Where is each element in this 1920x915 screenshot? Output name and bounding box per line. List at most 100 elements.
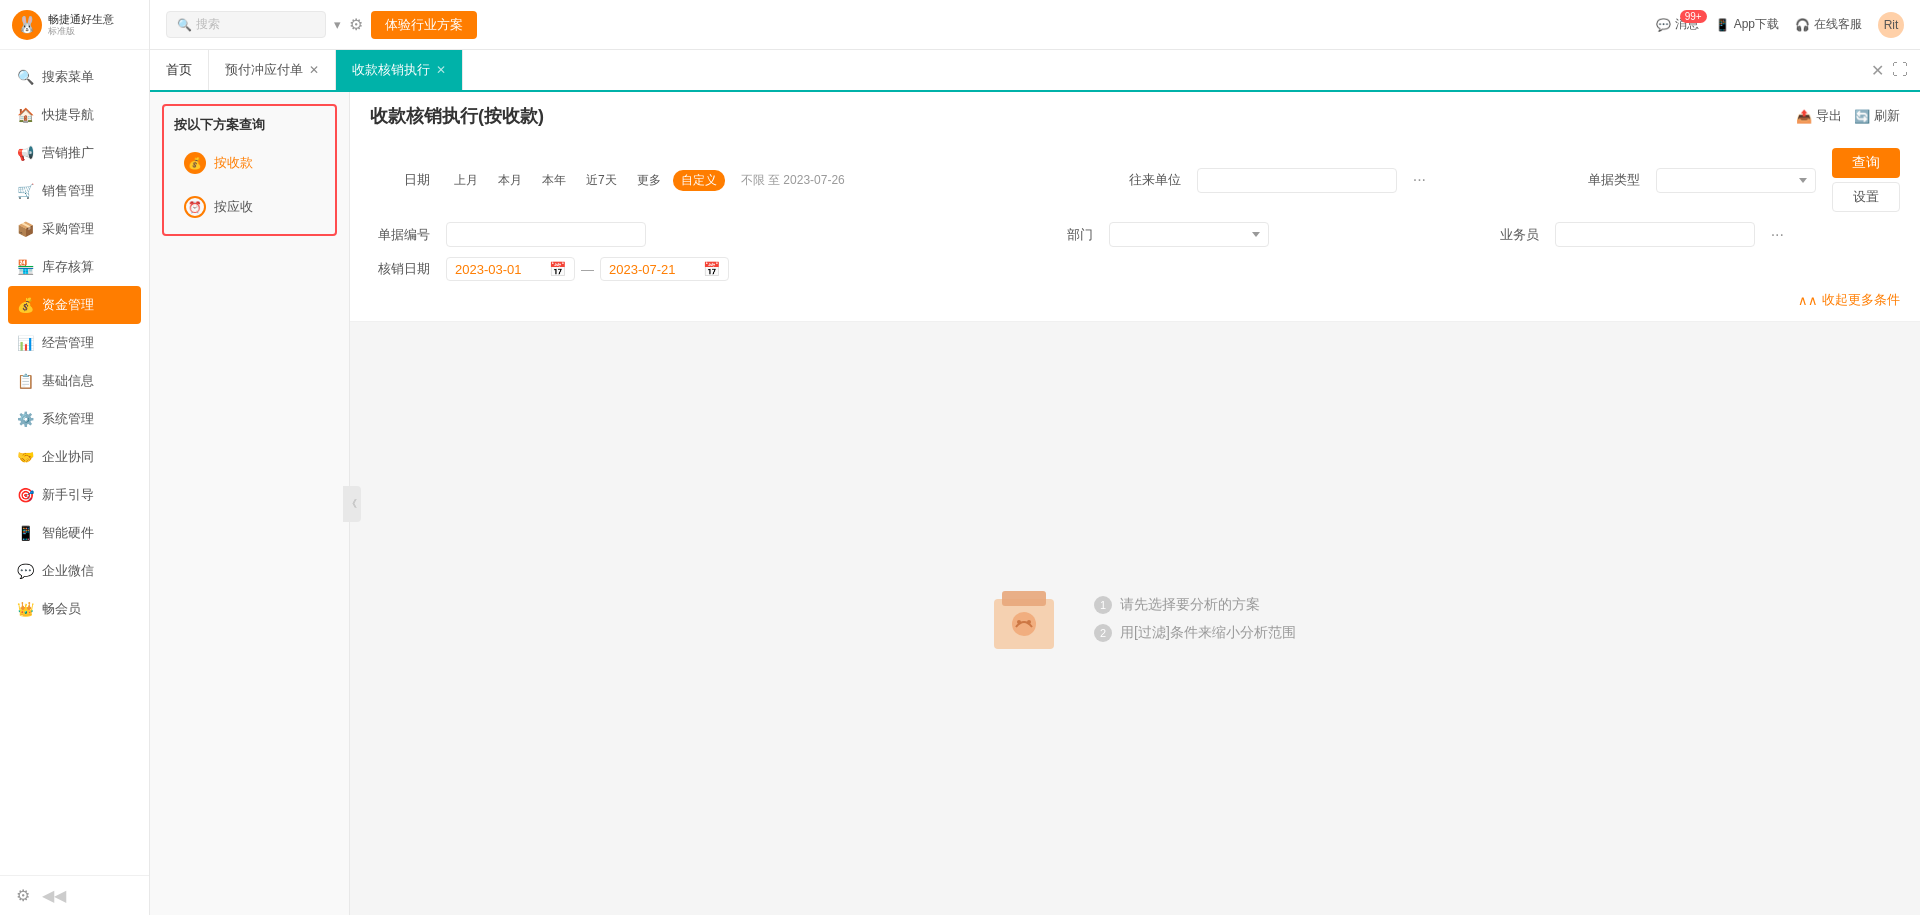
date-btn-custom[interactable]: 自定义 xyxy=(673,170,725,191)
calendar-end-icon[interactable]: 📅 xyxy=(703,261,720,277)
verify-date-start-input[interactable]: 2023-03-01 xyxy=(455,262,545,277)
message-btn[interactable]: 💬 消息 99+ xyxy=(1656,16,1699,33)
app-download-btn[interactable]: 📱 App下载 xyxy=(1715,16,1779,33)
option-by-collection[interactable]: 💰 按收款 xyxy=(174,146,325,180)
panel-options: 💰 按收款 ⏰ 按应收 xyxy=(174,146,325,224)
refresh-btn[interactable]: 🔄 刷新 xyxy=(1854,107,1900,125)
sidebar-item-销售管理[interactable]: 🛒 销售管理 xyxy=(0,172,149,210)
filter-row-2: 单据编号 部门 业务员 ··· xyxy=(370,222,1900,247)
date-btn-more[interactable]: 更多 xyxy=(629,170,669,191)
tab-expand-icon[interactable]: ⛶ xyxy=(1892,61,1908,79)
sidebar-item-智能硬件[interactable]: 📱 智能硬件 xyxy=(0,514,149,552)
calendar-start-icon[interactable]: 📅 xyxy=(549,261,566,277)
logo-icon: 🐰 xyxy=(12,10,42,40)
sidebar-item-畅会员[interactable]: 👑 畅会员 xyxy=(0,590,149,628)
counterparty-dots[interactable]: ··· xyxy=(1413,171,1426,189)
sidebar-icon: 📢 xyxy=(16,144,34,162)
tab-actions: ✕ ⛶ xyxy=(1859,50,1920,90)
doc-no-input[interactable] xyxy=(446,222,646,247)
svg-rect-1 xyxy=(1002,591,1046,606)
tab-close-icon[interactable]: ✕ xyxy=(1871,61,1884,80)
empty-step-2: 2 用[过滤]条件来缩小分析范围 xyxy=(1094,624,1296,642)
sidebar-item-资金管理[interactable]: 💰 资金管理 xyxy=(8,286,141,324)
sidebar-item-企业协同[interactable]: 🤝 企业协同 xyxy=(0,438,149,476)
online-service-label: 在线客服 xyxy=(1814,16,1862,33)
sidebar-item-新手引导[interactable]: 🎯 新手引导 xyxy=(0,476,149,514)
sidebar-icon: 🔍 xyxy=(16,68,34,86)
industry-btn[interactable]: 体验行业方案 xyxy=(371,11,477,39)
date-btn-thisyear[interactable]: 本年 xyxy=(534,170,574,191)
sidebar-item-快捷导航[interactable]: 🏠 快捷导航 xyxy=(0,96,149,134)
staff-input[interactable] xyxy=(1555,222,1755,247)
sidebar-icon: 📊 xyxy=(16,334,34,352)
step-2-num: 2 xyxy=(1094,624,1112,642)
doc-type-select[interactable] xyxy=(1656,168,1816,193)
dept-select[interactable] xyxy=(1109,222,1269,247)
sidebar-item-采购管理[interactable]: 📦 采购管理 xyxy=(0,210,149,248)
sidebar-item-库存核算[interactable]: 🏪 库存核算 xyxy=(0,248,149,286)
sidebar-item-营销推广[interactable]: 📢 营销推广 xyxy=(0,134,149,172)
export-btn[interactable]: 📤 导出 xyxy=(1796,107,1842,125)
refresh-label: 刷新 xyxy=(1874,107,1900,125)
option-by-receivable[interactable]: ⏰ 按应收 xyxy=(174,190,325,224)
date-btn-thismonth[interactable]: 本月 xyxy=(490,170,530,191)
sidebar-label: 快捷导航 xyxy=(42,106,94,124)
user-area[interactable]: Rit xyxy=(1878,12,1904,38)
verify-date-end-wrap[interactable]: 2023-07-21 📅 xyxy=(600,257,729,281)
query-btn[interactable]: 查询 xyxy=(1832,148,1900,178)
message-badge: 99+ xyxy=(1680,10,1707,23)
svg-point-3 xyxy=(1017,620,1021,624)
app-edition: 标准版 xyxy=(48,26,114,38)
top-header: 🔍 搜索 ▾ ⚙ 体验行业方案 💬 消息 99+ 📱 App下载 🎧 在线客服 xyxy=(150,0,1920,50)
collapse-filter-btn[interactable]: ∧∧ 收起更多条件 xyxy=(1798,291,1900,309)
sidebar-item-系统管理[interactable]: ⚙️ 系统管理 xyxy=(0,400,149,438)
sidebar-label: 经营管理 xyxy=(42,334,94,352)
date-btn-lastmonth[interactable]: 上月 xyxy=(446,170,486,191)
filter-more-area: ∧∧ 收起更多条件 xyxy=(370,291,1900,309)
home-tab-label: 首页 xyxy=(166,61,192,79)
tab-collection[interactable]: 收款核销执行 ✕ xyxy=(336,50,463,90)
step-2-text: 用[过滤]条件来缩小分析范围 xyxy=(1120,624,1296,642)
header-search-area: 🔍 搜索 ▾ ⚙ 体验行业方案 xyxy=(166,11,1644,39)
gear-icon[interactable]: ⚙ xyxy=(349,15,363,34)
date-to-text: 至 2023-07-26 xyxy=(768,173,845,187)
date-range-text: 不限 至 2023-07-26 xyxy=(741,172,845,189)
sidebar-icon: 📱 xyxy=(16,524,34,542)
sidebar-label: 智能硬件 xyxy=(42,524,94,542)
sidebar-item-基础信息[interactable]: 📋 基础信息 xyxy=(0,362,149,400)
dropdown-icon[interactable]: ▾ xyxy=(334,17,341,32)
settings-btn[interactable]: 设置 xyxy=(1832,182,1900,212)
sidebar-item-经营管理[interactable]: 📊 经营管理 xyxy=(0,324,149,362)
sidebar-item-搜索菜单[interactable]: 🔍 搜索菜单 xyxy=(0,58,149,96)
panel-collapse-btn[interactable]: 《 xyxy=(343,486,361,522)
sidebar-icon: 🛒 xyxy=(16,182,34,200)
collapse-label: 收起更多条件 xyxy=(1822,291,1900,309)
counterparty-input[interactable] xyxy=(1197,168,1397,193)
message-icon: 💬 xyxy=(1656,18,1671,32)
unlimited-label: 不限 xyxy=(741,173,765,187)
settings-icon[interactable]: ⚙ xyxy=(16,886,30,905)
verify-date-start-wrap[interactable]: 2023-03-01 📅 xyxy=(446,257,575,281)
filter-area: 日期 上月 本月 本年 近7天 更多 自定义 不限 至 2023-07-26 xyxy=(350,136,1920,322)
tab-close-prepayment[interactable]: ✕ xyxy=(309,63,319,77)
filter-row-1: 日期 上月 本月 本年 近7天 更多 自定义 不限 至 2023-07-26 xyxy=(370,148,1900,212)
sidebar-bottom[interactable]: ⚙ ◀◀ xyxy=(0,875,149,915)
sidebar-label: 销售管理 xyxy=(42,182,94,200)
tab-home[interactable]: 首页 xyxy=(150,50,209,90)
export-label: 导出 xyxy=(1816,107,1842,125)
sidebar-label: 企业协同 xyxy=(42,448,94,466)
tab-close-collection[interactable]: ✕ xyxy=(436,63,446,77)
tab-prepayment[interactable]: 预付冲应付单 ✕ xyxy=(209,50,336,90)
sidebar-icon: 💬 xyxy=(16,562,34,580)
collapse-sidebar-icon[interactable]: ◀◀ xyxy=(42,886,66,905)
staff-dots[interactable]: ··· xyxy=(1771,226,1784,244)
option-receivable-label: 按应收 xyxy=(214,198,253,216)
verify-date-end-input[interactable]: 2023-07-21 xyxy=(609,262,699,277)
receivable-icon: ⏰ xyxy=(184,196,206,218)
app-download-label: App下载 xyxy=(1734,16,1779,33)
sidebar-label: 基础信息 xyxy=(42,372,94,390)
date-btn-7days[interactable]: 近7天 xyxy=(578,170,625,191)
online-service-btn[interactable]: 🎧 在线客服 xyxy=(1795,16,1862,33)
main-area: 🔍 搜索 ▾ ⚙ 体验行业方案 💬 消息 99+ 📱 App下载 🎧 在线客服 xyxy=(150,0,1920,915)
sidebar-item-企业微信[interactable]: 💬 企业微信 xyxy=(0,552,149,590)
